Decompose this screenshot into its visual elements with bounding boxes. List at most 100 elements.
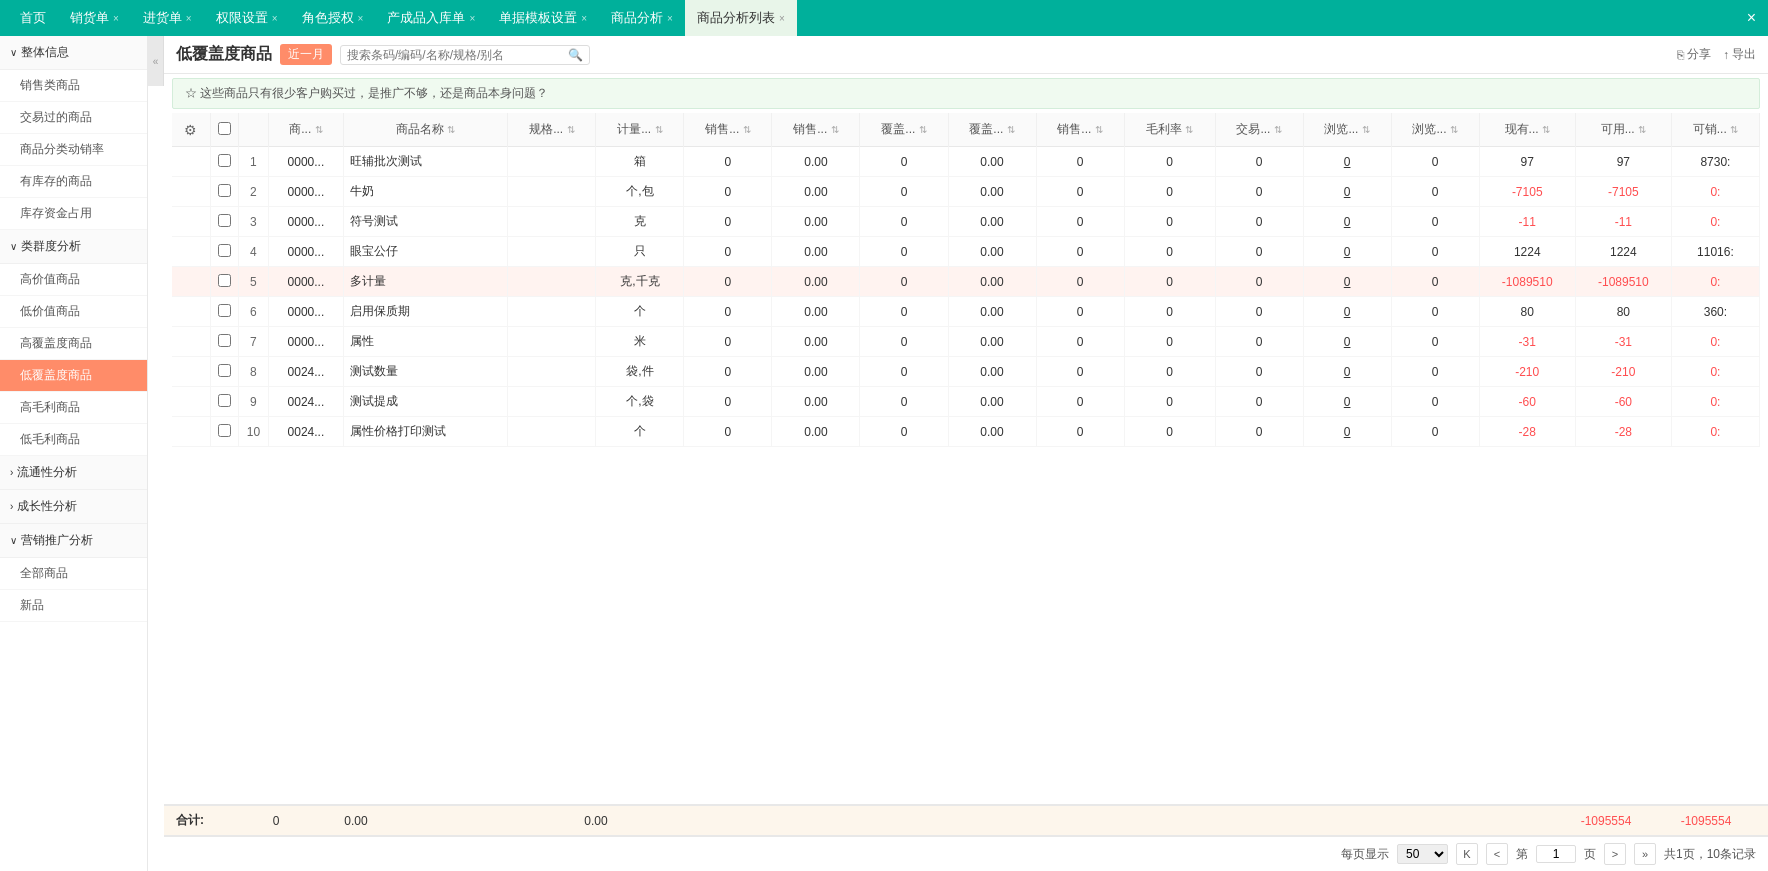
first-page-button[interactable]: K bbox=[1456, 843, 1478, 865]
nav-permission-settings[interactable]: 权限设置 × bbox=[204, 0, 290, 36]
search-input[interactable] bbox=[347, 48, 568, 62]
select-all-checkbox[interactable] bbox=[218, 122, 231, 135]
row-checkbox-cell[interactable] bbox=[210, 357, 238, 387]
view-link[interactable]: 0 bbox=[1344, 305, 1351, 319]
row-checkbox-cell[interactable] bbox=[210, 327, 238, 357]
sidebar-item-stock-capital[interactable]: 库存资金占用 bbox=[0, 198, 147, 230]
column-spec[interactable]: 规格... ⇅ bbox=[508, 113, 596, 147]
sort-icon[interactable]: ⇅ bbox=[831, 124, 839, 135]
sort-icon[interactable]: ⇅ bbox=[1185, 124, 1193, 135]
view-link[interactable]: 0 bbox=[1344, 395, 1351, 409]
sidebar-section-marketing[interactable]: ∨ 营销推广分析 bbox=[0, 524, 147, 558]
sidebar-section-growth[interactable]: › 成长性分析 bbox=[0, 490, 147, 524]
column-sales2[interactable]: 销售... ⇅ bbox=[772, 113, 860, 147]
nav-product-analysis[interactable]: 商品分析 × bbox=[599, 0, 685, 36]
sidebar-item-low-coverage[interactable]: 低覆盖度商品 bbox=[0, 360, 147, 392]
row-checkbox[interactable] bbox=[218, 334, 231, 347]
sort-icon[interactable]: ⇅ bbox=[567, 124, 575, 135]
close-icon[interactable]: × bbox=[358, 13, 364, 24]
column-sales3[interactable]: 销售... ⇅ bbox=[1036, 113, 1124, 147]
row-checkbox-cell[interactable] bbox=[210, 297, 238, 327]
column-margin[interactable]: 毛利率 ⇅ bbox=[1124, 113, 1215, 147]
sidebar-item-low-margin[interactable]: 低毛利商品 bbox=[0, 424, 147, 456]
column-sales1[interactable]: 销售... ⇅ bbox=[684, 113, 772, 147]
row-view1[interactable]: 0 bbox=[1303, 267, 1391, 297]
row-view1[interactable]: 0 bbox=[1303, 177, 1391, 207]
nav-sales-order[interactable]: 销货单 × bbox=[58, 0, 131, 36]
column-view1[interactable]: 浏览... ⇅ bbox=[1303, 113, 1391, 147]
period-button[interactable]: 近一月 bbox=[280, 44, 332, 65]
sidebar-item-new-goods[interactable]: 新品 bbox=[0, 590, 147, 622]
share-button[interactable]: ⎘ 分享 bbox=[1677, 46, 1711, 63]
sidebar-collapse-button[interactable]: « bbox=[148, 36, 164, 86]
row-view1[interactable]: 0 bbox=[1303, 297, 1391, 327]
view-link[interactable]: 0 bbox=[1344, 215, 1351, 229]
row-view1[interactable]: 0 bbox=[1303, 417, 1391, 447]
sort-icon[interactable]: ⇅ bbox=[1638, 124, 1646, 135]
close-icon[interactable]: × bbox=[113, 13, 119, 24]
sidebar-item-all-goods[interactable]: 全部商品 bbox=[0, 558, 147, 590]
row-checkbox[interactable] bbox=[218, 364, 231, 377]
window-close-button[interactable]: × bbox=[1747, 9, 1756, 27]
sort-icon[interactable]: ⇅ bbox=[1362, 124, 1370, 135]
row-checkbox[interactable] bbox=[218, 244, 231, 257]
view-link[interactable]: 0 bbox=[1344, 335, 1351, 349]
per-page-select[interactable]: 50 20 100 bbox=[1397, 844, 1448, 864]
row-checkbox-cell[interactable] bbox=[210, 267, 238, 297]
row-checkbox[interactable] bbox=[218, 424, 231, 437]
nav-purchase-order[interactable]: 进货单 × bbox=[131, 0, 204, 36]
sort-icon[interactable]: ⇅ bbox=[919, 124, 927, 135]
sort-icon[interactable]: ⇅ bbox=[1095, 124, 1103, 135]
row-checkbox-cell[interactable] bbox=[210, 207, 238, 237]
row-view1[interactable]: 0 bbox=[1303, 387, 1391, 417]
sidebar-item-high-margin[interactable]: 高毛利商品 bbox=[0, 392, 147, 424]
sidebar-section-liquidity[interactable]: › 流通性分析 bbox=[0, 456, 147, 490]
page-number-input[interactable] bbox=[1536, 845, 1576, 863]
last-page-button[interactable]: » bbox=[1634, 843, 1656, 865]
sidebar-item-low-value[interactable]: 低价值商品 bbox=[0, 296, 147, 328]
row-checkbox-cell[interactable] bbox=[210, 177, 238, 207]
row-view1[interactable]: 0 bbox=[1303, 147, 1391, 177]
close-icon[interactable]: × bbox=[272, 13, 278, 24]
column-coverage1[interactable]: 覆盖... ⇅ bbox=[860, 113, 948, 147]
view-link[interactable]: 0 bbox=[1344, 155, 1351, 169]
view-link[interactable]: 0 bbox=[1344, 365, 1351, 379]
view-link[interactable]: 0 bbox=[1344, 245, 1351, 259]
sidebar-item-high-coverage[interactable]: 高覆盖度商品 bbox=[0, 328, 147, 360]
row-checkbox[interactable] bbox=[218, 154, 231, 167]
nav-role-auth[interactable]: 角色授权 × bbox=[290, 0, 376, 36]
sidebar-section-cluster[interactable]: ∨ 类群度分析 bbox=[0, 230, 147, 264]
nav-product-analysis-list[interactable]: 商品分析列表 × bbox=[685, 0, 797, 36]
row-view1[interactable]: 0 bbox=[1303, 357, 1391, 387]
close-icon[interactable]: × bbox=[469, 13, 475, 24]
row-view1[interactable]: 0 bbox=[1303, 237, 1391, 267]
row-checkbox[interactable] bbox=[218, 274, 231, 287]
sidebar-item-category-turnover[interactable]: 商品分类动销率 bbox=[0, 134, 147, 166]
column-unit[interactable]: 计量... ⇅ bbox=[596, 113, 684, 147]
row-checkbox-cell[interactable] bbox=[210, 417, 238, 447]
prev-page-button[interactable]: < bbox=[1486, 843, 1508, 865]
row-view1[interactable]: 0 bbox=[1303, 207, 1391, 237]
sort-icon[interactable]: ⇅ bbox=[1274, 124, 1282, 135]
column-name[interactable]: 商品名称 ⇅ bbox=[343, 113, 507, 147]
column-available[interactable]: 可用... ⇅ bbox=[1575, 113, 1671, 147]
sidebar-section-overall[interactable]: ∨ 整体信息 bbox=[0, 36, 147, 70]
column-trade[interactable]: 交易... ⇅ bbox=[1215, 113, 1303, 147]
sidebar-item-with-stock[interactable]: 有库存的商品 bbox=[0, 166, 147, 198]
column-settings[interactable]: ⚙ bbox=[172, 113, 210, 147]
sort-icon[interactable]: ⇅ bbox=[1542, 124, 1550, 135]
sort-icon[interactable]: ⇅ bbox=[1007, 124, 1015, 135]
next-page-button[interactable]: > bbox=[1604, 843, 1626, 865]
sort-icon[interactable]: ⇅ bbox=[447, 124, 455, 135]
nav-home[interactable]: 首页 bbox=[8, 0, 58, 36]
close-icon[interactable]: × bbox=[186, 13, 192, 24]
row-view1[interactable]: 0 bbox=[1303, 327, 1391, 357]
column-code[interactable]: 商... ⇅ bbox=[268, 113, 343, 147]
close-icon[interactable]: × bbox=[581, 13, 587, 24]
nav-template-settings[interactable]: 单据模板设置 × bbox=[487, 0, 599, 36]
row-checkbox-cell[interactable] bbox=[210, 237, 238, 267]
search-box[interactable]: 🔍 bbox=[340, 45, 590, 65]
export-button[interactable]: ↑ 导出 bbox=[1723, 46, 1756, 63]
row-checkbox[interactable] bbox=[218, 214, 231, 227]
sort-icon[interactable]: ⇅ bbox=[315, 124, 323, 135]
